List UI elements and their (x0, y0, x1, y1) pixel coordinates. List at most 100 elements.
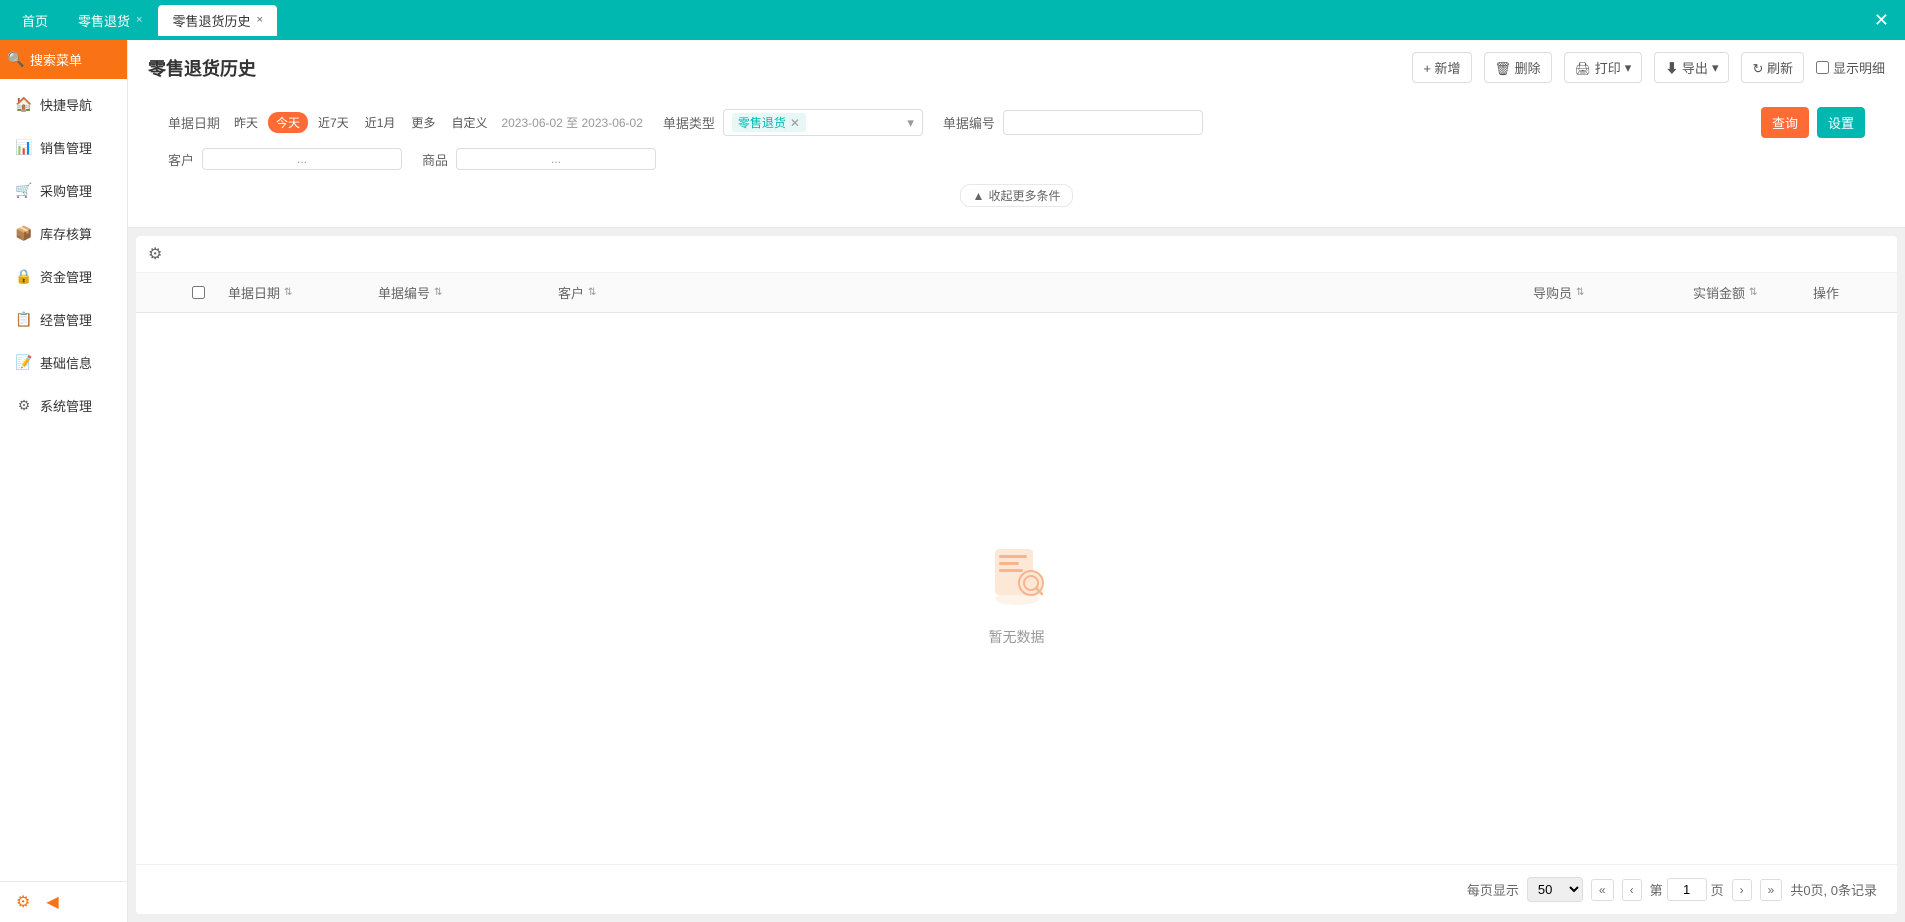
doc-type-tag-close[interactable]: ✕ (790, 116, 800, 130)
th-num-label: 单据编号 (378, 283, 430, 302)
pagination: 每页显示 50 100 200 « ‹ 第 页 › » 共0页, 0条记录 (136, 864, 1897, 914)
new-button[interactable]: + 新增 (1412, 52, 1471, 83)
window-close-btn[interactable]: ✕ (1866, 10, 1897, 31)
th-guide-label: 导购员 (1533, 283, 1572, 302)
table-settings-icon[interactable]: ⚙ (148, 244, 162, 264)
page-size-select[interactable]: 50 100 200 (1527, 877, 1583, 902)
tab-retail-return-history[interactable]: 零售退货历史× (158, 5, 276, 36)
refresh-button[interactable]: ↻ 刷新 (1741, 52, 1804, 83)
delete-button[interactable]: 🗑 删除 (1484, 52, 1552, 83)
tab-home[interactable]: 首页 (8, 5, 62, 36)
nav-icon-quick-nav: 🏠 (16, 97, 32, 113)
doc-type-filter: 单据类型 零售退货 ✕ ▾ (663, 109, 923, 136)
sidebar-item-purchase[interactable]: 🛒 采购管理 (0, 169, 127, 212)
sidebar-item-basic-info[interactable]: 📝基础信息 (0, 341, 127, 384)
th-customer: 客户 ⇅ (550, 273, 1525, 312)
th-date-label: 单据日期 (228, 283, 280, 302)
last-month-btn[interactable]: 近1月 (359, 112, 402, 133)
sidebar-item-inventory[interactable]: 📦 库存核算 (0, 212, 127, 255)
main-layout: 🔍 搜索菜单 🏠快捷导航📊销售管理 🛒 采购管理 📦 库存核算 🔒 资金管理 📋经营管理📝基础… (0, 40, 1905, 922)
sidebar-search[interactable]: 🔍 搜索菜单 (0, 40, 127, 79)
select-all-checkbox[interactable] (192, 286, 205, 299)
sidebar-item-operation[interactable]: 📋经营管理 (0, 298, 127, 341)
sidebar: 🔍 搜索菜单 🏠快捷导航📊销售管理 🛒 采购管理 📦 库存核算 🔒 资金管理 📋经营管理📝基础… (0, 40, 128, 922)
collapse-btn[interactable]: ▲ 收起更多条件 (960, 184, 1074, 207)
nav-icon-basic-info: 📝 (16, 355, 32, 371)
th-guide-sort[interactable]: ⇅ (1576, 287, 1584, 298)
th-amount-label: 实销金额 (1693, 283, 1745, 302)
th-date: 单据日期 ⇅ (220, 273, 370, 312)
nav-label-operation: 经营管理 (40, 310, 92, 329)
custom-btn[interactable]: 自定义 (445, 112, 493, 133)
customer-label: 客户 (168, 150, 194, 169)
page-title-row: 零售退货历史 + 新增 🗑 删除 🖨 打印 ▾ ⬇ 导出 ▾ ↻ 刷新 (148, 52, 1885, 83)
nav-icon-purchase: 🛒 (16, 183, 32, 199)
date-range-display: 2023-06-02 至 2023-06-02 (501, 114, 642, 131)
page-total: 共0页, 0条记录 (1790, 880, 1877, 899)
nav-label-purchase: 采购管理 (40, 181, 92, 200)
th-amount: 实销金额 ⇅ (1685, 273, 1805, 312)
page-label: 第 (1650, 880, 1663, 899)
page-title: 零售退货历史 (148, 55, 256, 81)
sidebar-item-sales[interactable]: 📊销售管理 (0, 126, 127, 169)
tab-close-retail-return[interactable]: × (136, 14, 142, 26)
th-date-sort[interactable]: ⇅ (284, 287, 292, 298)
empty-state: 暂无数据 (136, 313, 1897, 864)
toolbar: + 新增 🗑 删除 🖨 打印 ▾ ⬇ 导出 ▾ ↻ 刷新 显示明细 (1412, 52, 1885, 83)
prev-page-btn[interactable]: ‹ (1622, 879, 1642, 901)
sidebar-item-system[interactable]: ⚙系统管理 (0, 384, 127, 427)
next-page-btn[interactable]: › (1732, 879, 1752, 901)
sidebar-bottom: ⚙ ◀ (0, 881, 127, 922)
settings-button[interactable]: 设置 (1817, 107, 1865, 138)
print-dropdown-icon[interactable]: ▾ (1625, 60, 1632, 76)
settings-icon[interactable]: ⚙ (16, 892, 30, 912)
content-area: 零售退货历史 + 新增 🗑 删除 🖨 打印 ▾ ⬇ 导出 ▾ ↻ 刷新 (128, 40, 1905, 922)
collapse-sidebar-icon[interactable]: ◀ (46, 892, 58, 912)
sidebar-item-quick-nav[interactable]: 🏠快捷导航 (0, 83, 127, 126)
first-page-btn[interactable]: « (1591, 879, 1614, 901)
th-amount-sort[interactable]: ⇅ (1749, 287, 1757, 298)
goods-filter: 商品 ... (422, 148, 656, 170)
sidebar-search-label: 搜索菜单 (30, 50, 82, 69)
th-num: 单据编号 ⇅ (370, 273, 550, 312)
show-detail-label: 显示明细 (1816, 58, 1885, 77)
th-action-label: 操作 (1813, 283, 1839, 302)
date-filter: 单据日期 昨天 今天 近7天 近1月 更多 自定义 2023-06-02 至 2… (168, 112, 643, 133)
nav-label-finance: 资金管理 (40, 267, 92, 286)
th-num-sort[interactable]: ⇅ (434, 287, 442, 298)
nav-icon-inventory: 📦 (16, 226, 32, 242)
goods-select-btn[interactable]: ... (456, 148, 656, 170)
nav-label-inventory: 库存核算 (40, 224, 92, 243)
customer-select-btn[interactable]: ... (202, 148, 402, 170)
more-btn[interactable]: 更多 (405, 112, 441, 133)
export-button[interactable]: ⬇ 导出 ▾ (1654, 52, 1729, 83)
print-label: 🖨 打印 (1575, 58, 1621, 77)
doc-type-select[interactable]: 零售退货 ✕ ▾ (723, 109, 923, 136)
print-button[interactable]: 🖨 打印 ▾ (1564, 52, 1643, 83)
today-btn[interactable]: 今天 (268, 112, 308, 133)
th-customer-label: 客户 (558, 283, 584, 302)
query-button[interactable]: 查询 (1761, 107, 1809, 138)
collapse-label: 收起更多条件 (988, 187, 1060, 204)
show-detail-checkbox[interactable] (1816, 61, 1829, 74)
date-shortcuts: 昨天 今天 近7天 近1月 更多 自定义 (228, 112, 493, 133)
tab-close-retail-return-history[interactable]: × (256, 14, 262, 26)
table-header: 单据日期 ⇅ 单据编号 ⇅ 客户 ⇅ 导购员 ⇅ 实销金额 ⇅ (136, 273, 1897, 313)
nav-icon-sales: 📊 (16, 140, 32, 156)
empty-illustration (977, 531, 1057, 611)
goods-label: 商品 (422, 150, 448, 169)
sidebar-item-finance[interactable]: 🔒 资金管理 (0, 255, 127, 298)
tab-retail-return[interactable]: 零售退货× (64, 5, 156, 36)
action-buttons: 查询 设置 (1761, 107, 1865, 138)
nav-icon-finance: 🔒 (16, 269, 32, 285)
last-page-btn[interactable]: » (1760, 879, 1783, 901)
last7-btn[interactable]: 近7天 (312, 112, 355, 133)
yesterday-btn[interactable]: 昨天 (228, 112, 264, 133)
th-customer-sort[interactable]: ⇅ (588, 287, 596, 298)
export-dropdown-icon[interactable]: ▾ (1712, 60, 1719, 76)
filter-row-2: 客户 ... 商品 ... (168, 148, 1865, 170)
page-input-wrap: 第 页 (1650, 878, 1724, 901)
doc-num-input[interactable] (1003, 110, 1203, 135)
page-number-input[interactable] (1667, 878, 1707, 901)
customer-filter: 客户 ... (168, 148, 402, 170)
